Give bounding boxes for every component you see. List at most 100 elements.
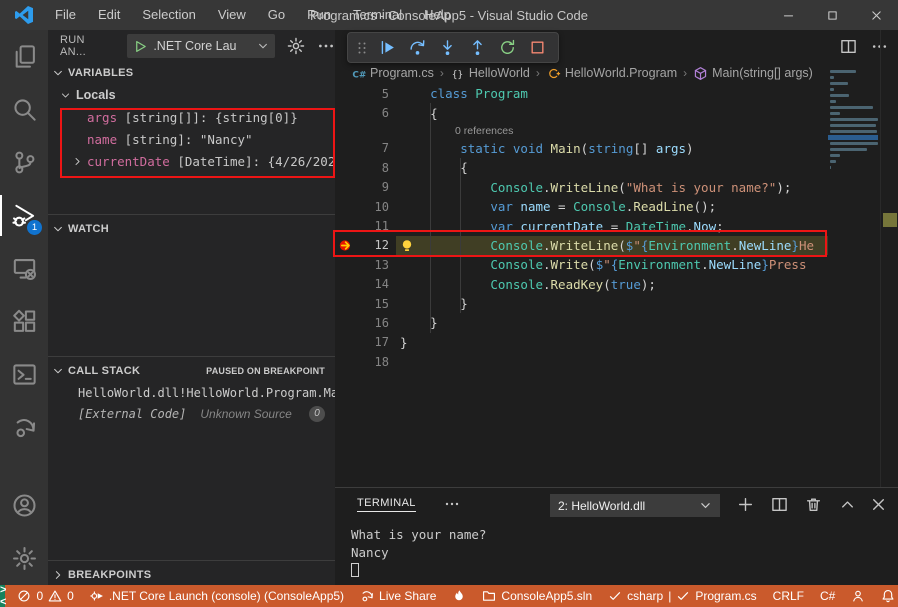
gutter-glyph-margin[interactable] (335, 352, 365, 371)
variables-header[interactable]: VARIABLES (48, 62, 335, 84)
menu-selection[interactable]: Selection (133, 0, 204, 30)
terminal-instance-select[interactable]: 2: HelloWorld.dll (550, 494, 720, 517)
activity-source-control[interactable] (0, 136, 48, 189)
codelens-references[interactable]: 0 references (455, 125, 513, 137)
line-number[interactable]: 17 (365, 335, 389, 349)
line-number[interactable]: 10 (365, 200, 389, 214)
stop-button[interactable] (522, 35, 552, 61)
breadcrumb-item[interactable]: C#Program.cs (351, 66, 434, 81)
maximize-button[interactable] (810, 0, 854, 30)
activity-extensions[interactable] (0, 295, 48, 348)
status-problems[interactable]: 00 (9, 589, 81, 603)
menu-go[interactable]: Go (259, 0, 294, 30)
code-line-15[interactable]: 15 } (335, 294, 828, 313)
gutter-glyph-margin[interactable] (335, 84, 365, 103)
step-into-button[interactable] (432, 35, 462, 61)
launch-config-select[interactable]: .NET Core Lau (127, 34, 275, 58)
status-notifications[interactable] (873, 589, 898, 603)
status-flame[interactable] (444, 589, 474, 603)
remote-indicator[interactable]: >< (0, 585, 5, 607)
status-language[interactable]: C# (812, 589, 843, 603)
breadcrumb-item[interactable]: {}HelloWorld (450, 66, 530, 81)
line-number[interactable]: 8 (365, 161, 389, 175)
restart-button[interactable] (492, 35, 522, 61)
maximize-panel-button[interactable] (839, 496, 856, 513)
variable-currentDate[interactable]: currentDate [DateTime]: {4/26/202… (48, 150, 335, 172)
gutter-glyph-margin[interactable] (335, 294, 365, 313)
line-number[interactable]: 9 (365, 180, 389, 194)
code-line-10[interactable]: 10 var name = Console.ReadLine(); (335, 197, 828, 216)
code-area[interactable]: 5 class Program6 {0 references7 static v… (335, 84, 828, 487)
code-line-7[interactable]: 7 static void Main(string[] args) (335, 139, 828, 158)
status-tasks[interactable]: csharp|Program.cs (600, 589, 765, 603)
variable-args[interactable]: args [string[]]: {string[0]} (48, 106, 335, 128)
line-number[interactable]: 6 (365, 106, 389, 120)
gutter-glyph-margin[interactable] (335, 255, 365, 274)
code-line-9[interactable]: 9 Console.WriteLine("What is your name?"… (335, 178, 828, 197)
tab-terminal[interactable]: TERMINAL (357, 497, 416, 512)
code-line-13[interactable]: 13 Console.Write($"{Environment.NewLine}… (335, 255, 828, 274)
activity-live-share[interactable] (0, 401, 48, 454)
stack-frame[interactable]: [External Code]Unknown Source0 (48, 403, 335, 424)
code-line-18[interactable]: 18 (335, 352, 828, 371)
gutter-glyph-margin[interactable] (335, 236, 365, 255)
status-live-share[interactable]: Live Share (352, 589, 444, 603)
step-over-button[interactable] (402, 35, 432, 61)
code-line-6[interactable]: 6 { (335, 103, 828, 122)
code-line-14[interactable]: 14 Console.ReadKey(true); (335, 275, 828, 294)
call-stack-header[interactable]: CALL STACK PAUSED ON BREAKPOINT (48, 360, 335, 382)
minimap[interactable] (828, 70, 878, 270)
activity-remote-explorer[interactable] (0, 242, 48, 295)
new-terminal-button[interactable] (737, 496, 754, 513)
status-feedback[interactable] (843, 589, 873, 603)
gutter-glyph-margin[interactable] (335, 178, 365, 197)
launch-settings-gear-icon[interactable] (287, 37, 305, 55)
status-debug-launch[interactable]: .NET Core Launch (console) (ConsoleApp5) (82, 589, 352, 603)
code-line-11[interactable]: 11 var currentDate = DateTime.Now; (335, 216, 828, 235)
line-number[interactable]: 12 (365, 238, 389, 252)
activity-manage[interactable] (0, 532, 48, 585)
variable-name[interactable]: name [string]: "Nancy" (48, 128, 335, 150)
line-number[interactable]: 13 (365, 258, 389, 272)
gutter-glyph-margin[interactable] (335, 197, 365, 216)
line-number[interactable]: 15 (365, 297, 389, 311)
gutter-glyph-margin[interactable] (335, 216, 365, 235)
activity-accounts[interactable] (0, 479, 48, 532)
minimize-button[interactable] (766, 0, 810, 30)
scope-locals[interactable]: Locals (48, 84, 335, 106)
line-number[interactable]: 16 (365, 316, 389, 330)
gutter-glyph-margin[interactable] (335, 333, 365, 352)
line-number[interactable]: 14 (365, 277, 389, 291)
gutter-glyph-margin[interactable] (335, 103, 365, 122)
status-solution[interactable]: ConsoleApp5.sln (474, 589, 600, 603)
breakpoints-header[interactable]: BREAKPOINTS (48, 564, 335, 585)
line-number[interactable]: 11 (365, 219, 389, 233)
close-panel-button[interactable] (870, 496, 887, 513)
activity-powershell[interactable] (0, 348, 48, 401)
breadcrumb-item[interactable]: Main(string[] args) (693, 66, 813, 81)
close-button[interactable] (854, 0, 898, 30)
code-line-17[interactable]: 17} (335, 333, 828, 352)
watch-header[interactable]: WATCH (48, 218, 335, 240)
code-line-12[interactable]: 12 Console.WriteLine($"{Environment.NewL… (335, 236, 828, 255)
line-number[interactable]: 5 (365, 87, 389, 101)
menu-view[interactable]: View (209, 0, 255, 30)
activity-run-and-debug[interactable]: 1 (0, 189, 48, 242)
editor-scrollbar[interactable] (880, 30, 898, 487)
gutter-glyph-margin[interactable] (335, 313, 365, 332)
code-line-16[interactable]: 16 } (335, 313, 828, 332)
panel-more-icon[interactable] (444, 496, 460, 512)
kill-terminal-button[interactable] (805, 496, 822, 513)
breadcrumb-item[interactable]: HelloWorld.Program (546, 66, 677, 81)
code-line-8[interactable]: 8 { (335, 158, 828, 177)
status-eol[interactable]: CRLF (765, 589, 812, 603)
line-number[interactable]: 18 (365, 355, 389, 369)
continue-button[interactable] (372, 35, 402, 61)
activity-search[interactable] (0, 83, 48, 136)
activity-explorer[interactable] (0, 30, 48, 83)
panel-more-actions-icon[interactable] (317, 37, 335, 55)
stack-frame[interactable]: HelloWorld.dll!HelloWorld.Program.Ma (48, 382, 335, 403)
menu-edit[interactable]: Edit (89, 0, 129, 30)
split-editor-button[interactable] (840, 38, 857, 60)
gutter-glyph-margin[interactable] (335, 139, 365, 158)
